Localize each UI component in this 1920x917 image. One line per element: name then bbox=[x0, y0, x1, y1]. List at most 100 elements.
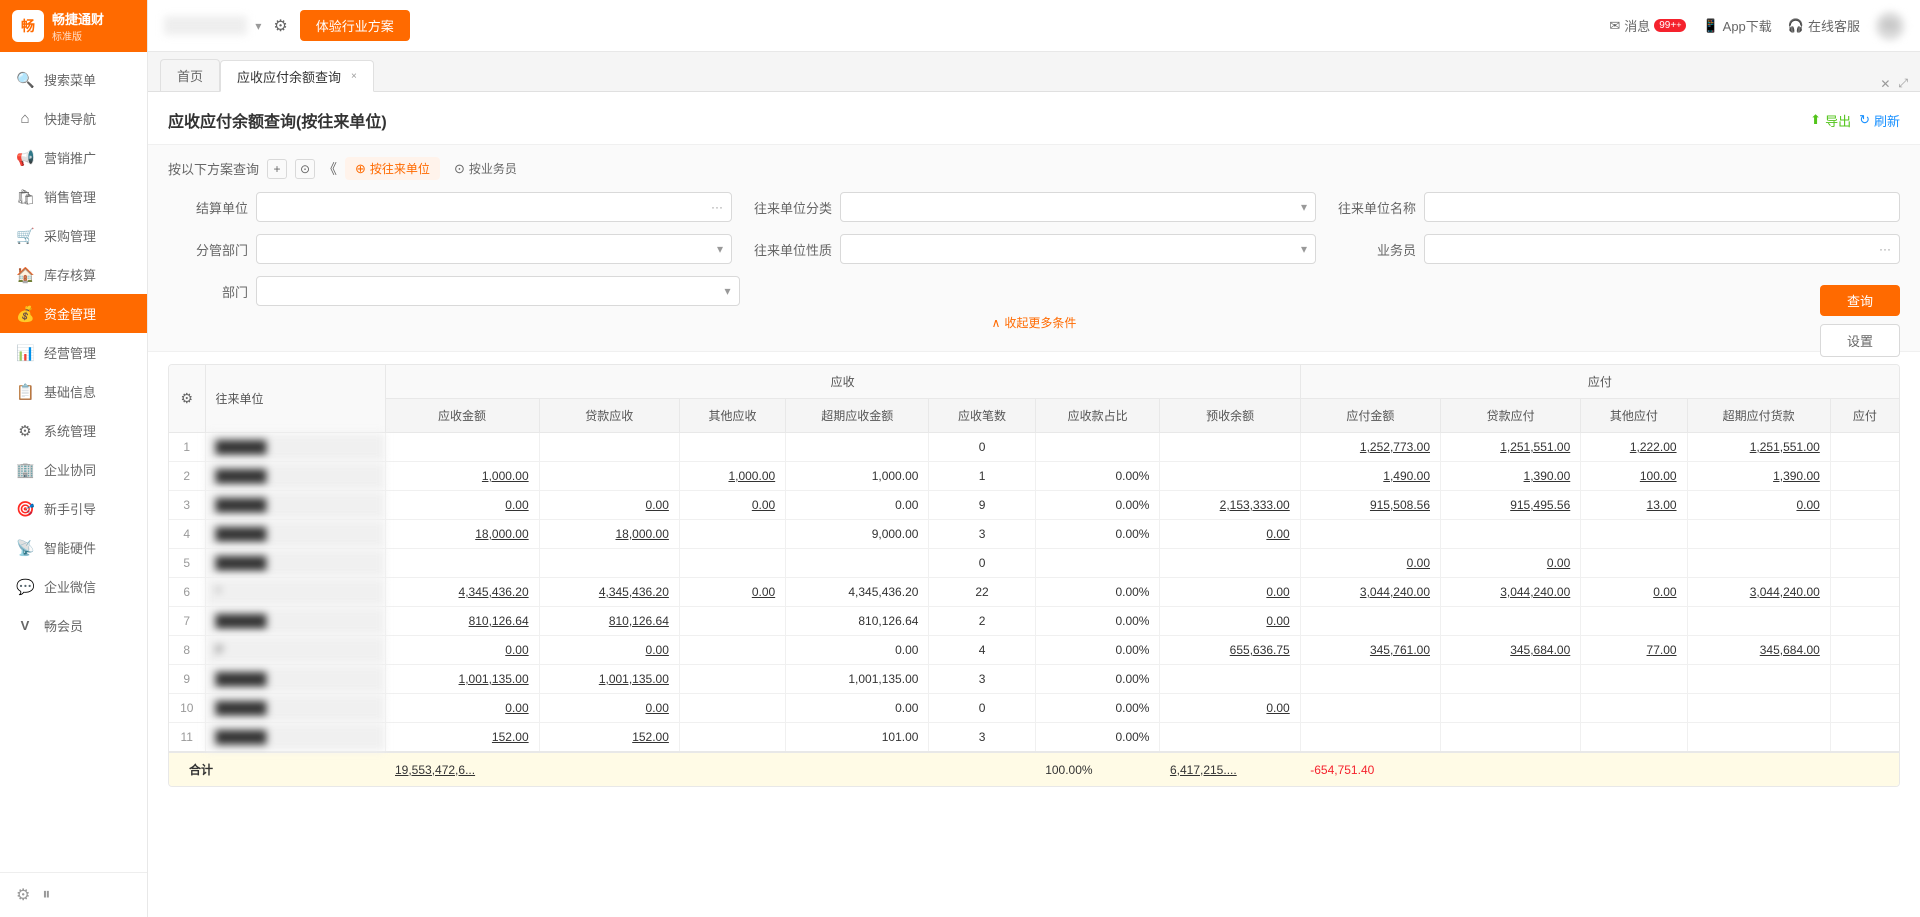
total-ap: -654,751.40 bbox=[1300, 752, 1440, 786]
field-unit-nature: 往来单位性质 ▾ bbox=[752, 234, 1316, 264]
header: ▾ ⚙ 体验行业方案 ✉ 消息 99++ 📱 App下载 🎧 在线客服 Rit bbox=[148, 0, 1920, 52]
total-ar-ratio: 100.00% bbox=[1035, 752, 1160, 786]
logo-sub: 标准版 bbox=[52, 28, 104, 43]
staff-icon: ⊙ bbox=[454, 161, 465, 177]
tab-bar-controls: ✕ ⤢ bbox=[1880, 76, 1920, 91]
sidebar-settings-icon[interactable]: ⚙ bbox=[16, 885, 30, 905]
table-row: 10██████0.000.000.0000.00%0.00 bbox=[169, 694, 1899, 723]
page-actions: ⬆ 导出 ↻ 刷新 bbox=[1810, 111, 1900, 130]
dept-label: 部门 bbox=[168, 282, 248, 301]
main-content: 应收应付余额查询(按往来单位) ⬆ 导出 ↻ 刷新 按以下方案查询 + ⊙ 《 … bbox=[148, 92, 1920, 917]
table-row: 9██████1,001,135.001,001,135.001,001,135… bbox=[169, 665, 1899, 694]
online-service-btn[interactable]: 🎧 在线客服 bbox=[1788, 16, 1860, 35]
sidebar-item-system[interactable]: ⚙ 系统管理 bbox=[0, 411, 147, 450]
app-download-btn[interactable]: 📱 App下载 bbox=[1702, 16, 1771, 35]
hardware-icon: 📡 bbox=[16, 539, 34, 557]
sidebar-item-purchase[interactable]: 🛒 采购管理 bbox=[0, 216, 147, 255]
data-table: ⚙ 往来单位 应收 应付 应收金额 贷款应收 其他应收 超期应收金额 应收笔数 … bbox=[169, 365, 1899, 786]
refresh-btn[interactable]: ↻ 刷新 bbox=[1859, 111, 1900, 130]
inventory-icon: 🏠 bbox=[16, 266, 34, 284]
table-row: 6^4,345,436.204,345,436.200.004,345,436.… bbox=[169, 578, 1899, 607]
table-container: ⚙ 往来单位 应收 应付 应收金额 贷款应收 其他应收 超期应收金额 应收笔数 … bbox=[168, 364, 1900, 787]
sidebar-item-hardware[interactable]: 📡 智能硬件 bbox=[0, 528, 147, 567]
filter-row-2: 分管部门 ▾ 往来单位性质 ▾ 业务员 bbox=[168, 234, 1900, 264]
salesman-label: 业务员 bbox=[1336, 240, 1416, 259]
header-actions: ✉ 消息 99++ 📱 App下载 🎧 在线客服 Rit bbox=[1609, 12, 1904, 40]
salesman-input[interactable]: ··· bbox=[1424, 234, 1900, 264]
avatar[interactable]: Rit bbox=[1876, 12, 1904, 40]
tab-home[interactable]: 首页 bbox=[160, 59, 220, 91]
operation-icon: 📊 bbox=[16, 344, 34, 362]
table-row: 8P0.000.000.0040.00%655,636.75345,761.00… bbox=[169, 636, 1899, 665]
sidebar-item-sales[interactable]: 🛍 销售管理 bbox=[0, 177, 147, 216]
filter-rows: 结算单位 ··· 往来单位分类 ▾ 往来单位名称 bbox=[168, 192, 1900, 306]
table-settings-icon[interactable]: ⚙ bbox=[180, 390, 193, 406]
chevron-icon: ▾ bbox=[1301, 200, 1307, 214]
filter-add-btn[interactable]: + bbox=[267, 159, 287, 179]
sidebar-item-inventory[interactable]: 🏠 库存核算 bbox=[0, 255, 147, 294]
action-btns: 查询 设置 bbox=[1820, 285, 1900, 357]
basic-icon: 📋 bbox=[16, 383, 34, 401]
unit-category-input[interactable]: ▾ bbox=[840, 192, 1316, 222]
window-expand-icon[interactable]: ⤢ bbox=[1898, 76, 1908, 91]
plan-by-staff-btn[interactable]: ⊙ 按业务员 bbox=[444, 157, 527, 180]
total-label: 合计 bbox=[169, 752, 385, 786]
query-btn[interactable]: 查询 bbox=[1820, 285, 1900, 316]
settings-btn[interactable]: 设置 bbox=[1820, 324, 1900, 357]
col-settings-header[interactable]: ⚙ bbox=[169, 365, 205, 433]
sidebar-item-corp[interactable]: 🏢 企业协同 bbox=[0, 450, 147, 489]
table-footer: 合计 19,553,472,6... 100.00% 6,417,215....… bbox=[169, 752, 1899, 786]
th-ap-overdue: 超期应付货款 bbox=[1687, 399, 1830, 433]
finance-icon: 💰 bbox=[16, 305, 34, 323]
tab-close-icon[interactable]: × bbox=[351, 71, 357, 82]
sidebar-item-operation[interactable]: 📊 经营管理 bbox=[0, 333, 147, 372]
th-ap-other: 其他应付 bbox=[1581, 399, 1687, 433]
table-row: 1██████01,252,773.001,251,551.001,222.00… bbox=[169, 433, 1899, 462]
table-group-header: ⚙ 往来单位 应收 应付 bbox=[169, 365, 1899, 399]
export-icon: ⬆ bbox=[1810, 112, 1821, 128]
filter-row-3: 部门 ▾ bbox=[168, 276, 1900, 306]
th-ar-ratio: 应收款占比 bbox=[1035, 399, 1160, 433]
collapse-more-btn[interactable]: ∧ 收起更多条件 bbox=[168, 306, 1900, 339]
message-btn[interactable]: ✉ 消息 99++ bbox=[1609, 16, 1686, 35]
sidebar-logo: 畅 畅捷通财 标准版 bbox=[0, 0, 147, 52]
sidebar-item-finance[interactable]: 💰 资金管理 bbox=[0, 294, 147, 333]
unit-name-input[interactable] bbox=[1424, 192, 1900, 222]
sidebar-item-marketing[interactable]: 📢 营销推广 bbox=[0, 138, 147, 177]
sidebar-footer: ⚙ ⏸ bbox=[0, 872, 147, 917]
sidebar: 畅 畅捷通财 标准版 🔍 搜索菜单 ⌂ 快捷导航 📢 营销推广 🛍 销售管理 🛒… bbox=[0, 0, 148, 917]
home-icon: ⌂ bbox=[16, 110, 34, 127]
sidebar-item-nav[interactable]: ⌂ 快捷导航 bbox=[0, 99, 147, 138]
sidebar-item-basic[interactable]: 📋 基础信息 bbox=[0, 372, 147, 411]
dots-icon-2: ··· bbox=[1879, 242, 1891, 256]
chevron-icon-3: ▾ bbox=[1301, 242, 1307, 256]
th-ar-amount: 应收金额 bbox=[385, 399, 539, 433]
unit-name-label: 往来单位名称 bbox=[1336, 198, 1416, 217]
plan-by-unit-btn[interactable]: ⊕ 按往来单位 bbox=[345, 157, 440, 180]
table-row: 3██████0.000.000.000.0090.00%2,153,333.0… bbox=[169, 491, 1899, 520]
gear-icon[interactable]: ⚙ bbox=[273, 16, 287, 36]
th-ar-overdue: 超期应收金额 bbox=[786, 399, 929, 433]
export-btn[interactable]: ⬆ 导出 bbox=[1810, 111, 1851, 130]
dept-input[interactable]: ▾ bbox=[256, 276, 740, 306]
settlement-unit-input[interactable]: ··· bbox=[256, 192, 732, 222]
chevron-down-icon[interactable]: ▾ bbox=[255, 19, 261, 33]
filter-collapse-btn[interactable]: 《 bbox=[323, 159, 337, 179]
filter-settings-btn[interactable]: ⊙ bbox=[295, 159, 315, 179]
logo-icon: 畅 bbox=[12, 10, 44, 42]
sidebar-item-search[interactable]: 🔍 搜索菜单 bbox=[0, 60, 147, 99]
sidebar-item-guide[interactable]: 🎯 新手引导 bbox=[0, 489, 147, 528]
dept-manage-input[interactable]: ▾ bbox=[256, 234, 732, 264]
tab-current[interactable]: 应收应付余额查询 × bbox=[220, 60, 374, 92]
unit-nature-input[interactable]: ▾ bbox=[840, 234, 1316, 264]
th-ar-prepay: 预收余额 bbox=[1160, 399, 1300, 433]
sidebar-collapse-icon[interactable]: ⏸ bbox=[42, 886, 50, 904]
trial-btn[interactable]: 体验行业方案 bbox=[300, 10, 410, 41]
sidebar-item-wechat[interactable]: 💬 企业微信 bbox=[0, 567, 147, 606]
total-ar: 19,553,472,6... bbox=[385, 752, 539, 786]
window-close-icon[interactable]: ✕ bbox=[1880, 77, 1890, 91]
table-body: 1██████01,252,773.001,251,551.001,222.00… bbox=[169, 433, 1899, 753]
field-settlement-unit: 结算单位 ··· bbox=[168, 192, 732, 222]
field-unit-category: 往来单位分类 ▾ bbox=[752, 192, 1316, 222]
sidebar-item-vip[interactable]: V 畅会员 bbox=[0, 606, 147, 645]
